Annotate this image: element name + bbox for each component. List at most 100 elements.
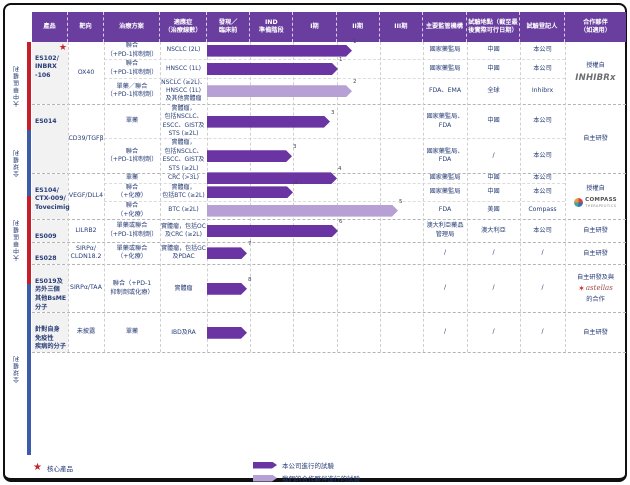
pipeline-row: 單藥／聯合 （+PD-1抑制劑） NSCLC (≥2L)、 HNSCC (1L)… — [104, 77, 565, 104]
footnote-number: 8 — [248, 276, 252, 283]
pipeline-row: 單藥 實體瘤， 包括NSCLC、 ESCC、GIST及 STS (≥2L) 3 … — [104, 105, 565, 139]
product-name: ES009 — [32, 220, 68, 242]
rights-bar-global-2 — [27, 284, 31, 455]
product-name-text: ES009 — [35, 233, 57, 241]
target-cell: VEGF/DLL4 — [68, 192, 104, 200]
footnote-number: 3 — [331, 109, 335, 116]
partner-self-developed: 自主研發 — [583, 227, 608, 235]
pipeline-table: 產品 靶向 治療方案 適應症 （治療線數） 發現／ 臨床前 IND 準備階段 I… — [32, 12, 626, 354]
footnote-number: 3 — [293, 144, 297, 151]
product-name: ES019及 另外三個 其他BsME 分子 — [32, 265, 68, 313]
phase-bar-cell — [207, 313, 423, 352]
rights-bar-greater-china-1 — [27, 42, 31, 130]
core-product-star-icon: ★ — [33, 462, 42, 473]
astellas-star-icon: ✶ — [578, 283, 585, 293]
trial-registrant-cell: Inhibrx — [531, 86, 554, 94]
pipeline-row: 聯合 （+PD-1抑制劑） HNSCC (1L) 1 國家藥監局 中國 本公司 — [104, 57, 565, 77]
product-block-autoimmune: 針對自身 免疫性 疾病的分子 未披露 單藥 IBD及RA / / / 自主研發 — [32, 312, 626, 353]
treatment-cell: 單藥／聯合 （+PD-1抑制劑） — [106, 82, 158, 99]
treatment-cell: 單藥 — [125, 117, 139, 125]
target-cell: SIRPα/TAA — [70, 284, 102, 292]
legend-core-product-label: 核心產品 — [46, 465, 73, 473]
indication-cell: 實體瘤，包括GC 及PDAC — [161, 244, 206, 261]
phase-bar-cell: 1 — [207, 39, 423, 59]
product-name-text: ES019及 另外三個 其他BsME 分子 — [35, 277, 67, 311]
partner-collab-after: 的合作 — [586, 295, 605, 303]
trial-location-cell: 中國 — [487, 64, 500, 72]
indication-cell: HNSCC (1L) — [166, 64, 201, 72]
regulator-cell: 國家藥監局、 FDA — [426, 147, 464, 164]
product-name-text: ES102/ INBRX -106 — [35, 54, 59, 80]
pipeline-row: 聯合 （+PD-1抑制劑） NSCLC (2L) 1 國家藥監局 中國 本公司 — [104, 39, 565, 59]
compass-sub: THERAPEUTICS — [585, 204, 617, 209]
partner-prefix: 授權自 — [586, 61, 605, 69]
legend-our-trials-label: 本公司進行的試驗 — [282, 462, 334, 470]
block-rows: 單藥或聯合 （+化療） 實體瘤，包括GC 及PDAC 7 / / / — [104, 241, 565, 264]
phase-progress-bar — [207, 150, 292, 162]
trial-registrant-cell: 本公司 — [533, 64, 552, 72]
header-phase-ind: IND 準備階段 — [250, 12, 294, 42]
product-name: 針對自身 免疫性 疾病的分子 — [32, 313, 68, 353]
phase-bar-cell: 6 — [207, 219, 423, 241]
core-product-star-icon: ★ — [58, 43, 67, 53]
header-partner: 合作夥伴 （如適用） — [564, 12, 626, 42]
header-phase-3: III期 — [379, 12, 423, 42]
trial-registrant-cell: 本公司 — [533, 46, 552, 54]
block-rows: 單藥或聯合 （+PD-1抑制劑） 實體瘤，包括OC 及CRC (≥2L) 6 澳… — [104, 219, 565, 241]
rights-bar-global-1 — [27, 130, 31, 196]
legend-core-product: ★ 核心產品 — [33, 462, 73, 474]
product-name-text: ES014 — [35, 117, 57, 125]
astellas-logo: ✶ astellas — [578, 283, 613, 294]
trial-location-cell: / — [492, 284, 495, 292]
phase-bar-cell: 5 — [207, 198, 423, 219]
treatment-cell: 單藥 — [125, 173, 139, 181]
treatment-cell: 聯合（+PD-1 抑制劑或化療） — [110, 280, 154, 296]
trial-location-cell: 中國 — [487, 187, 500, 195]
compass-name: COMPASS — [585, 197, 617, 204]
indication-cell: 實體瘤，包括OC 及CRC (≥2L) — [161, 222, 206, 239]
legend-partner-trials-label: 我們的合作夥伴進行的試驗 — [282, 475, 360, 483]
footnote-number: 5 — [399, 198, 403, 205]
partner-cell: 授權自 INHIBRx — [565, 42, 626, 104]
compass-logo-text: COMPASS THERAPEUTICS — [585, 196, 617, 210]
phase-bar-cell: 7 — [207, 241, 423, 264]
compass-logo: COMPASS THERAPEUTICS — [574, 196, 617, 210]
treatment-cell: 聯合 （+PD-1抑制劑） — [106, 42, 158, 58]
inhibrx-logo: INHIBRx — [575, 73, 616, 84]
indication-cell: NSCLC (2L) — [166, 46, 201, 54]
product-name-text: 針對自身 免疫性 疾病的分子 — [35, 326, 66, 351]
treatment-cell: 單藥或聯合 （+化療） — [116, 244, 148, 261]
footnote-number: 4 — [294, 180, 298, 187]
legend-our-trials: 本公司進行的試驗 — [253, 460, 360, 470]
partner-cell: 自主研發 — [565, 313, 626, 352]
trial-location-cell: 美國 — [487, 206, 500, 214]
target-cell: LILRB2 — [75, 226, 97, 234]
regulator-cell: 國家藥監局 — [429, 173, 461, 181]
phase-bar-cell: 4 — [207, 166, 423, 183]
phase-progress-bar — [207, 85, 352, 97]
treatment-cell: 聯合 （+PD-1抑制劑） — [106, 147, 158, 164]
phase-bar-cell: 2 — [207, 79, 423, 104]
footnote-number: 2 — [353, 79, 357, 86]
table-body: ES102/ INBRX -106 ★ OX40 聯合 （+PD-1抑制劑） N… — [32, 39, 626, 354]
footnote-number: 1 — [339, 57, 343, 64]
trial-registrant-cell: 本公司 — [533, 173, 552, 181]
product-block-es009: ES009 LILRB2 單藥或聯合 （+PD-1抑制劑） 實體瘤，包括OC 及… — [32, 219, 626, 242]
rights-label: 全球權利 — [13, 355, 21, 384]
product-name-text: ES104/ CTX-009/ Tovecimig — [35, 186, 70, 211]
trial-registrant-cell: 本公司 — [533, 151, 552, 159]
header-target: 靶向 — [68, 12, 104, 42]
block-rows: 單藥 實體瘤， 包括NSCLC、 ESCC、GIST及 STS (≥2L) 3 … — [104, 105, 565, 173]
target-cell: 未披露 — [76, 328, 96, 336]
product-block-es019-bsme: ES019及 另外三個 其他BsME 分子 SIRPα/TAA 聯合（+PD-1… — [32, 264, 626, 313]
treatment-cell: 單藥或聯合 （+PD-1抑制劑） — [106, 222, 158, 239]
product-name: ES104/ CTX-009/ Tovecimig — [32, 173, 70, 220]
header-product: 產品 — [32, 12, 68, 42]
treatment-cell: 單藥 — [125, 328, 139, 336]
indication-cell: IBD及RA — [171, 328, 196, 336]
header-phase-2: II期 — [336, 12, 380, 42]
partner-prefix: 授權自 — [586, 184, 605, 192]
indication-cell: 實體瘤， 包括BTC (≥2L) — [162, 183, 205, 200]
phase-bar-cell: 1 — [207, 57, 423, 77]
trial-registrant-cell: / — [541, 249, 544, 257]
